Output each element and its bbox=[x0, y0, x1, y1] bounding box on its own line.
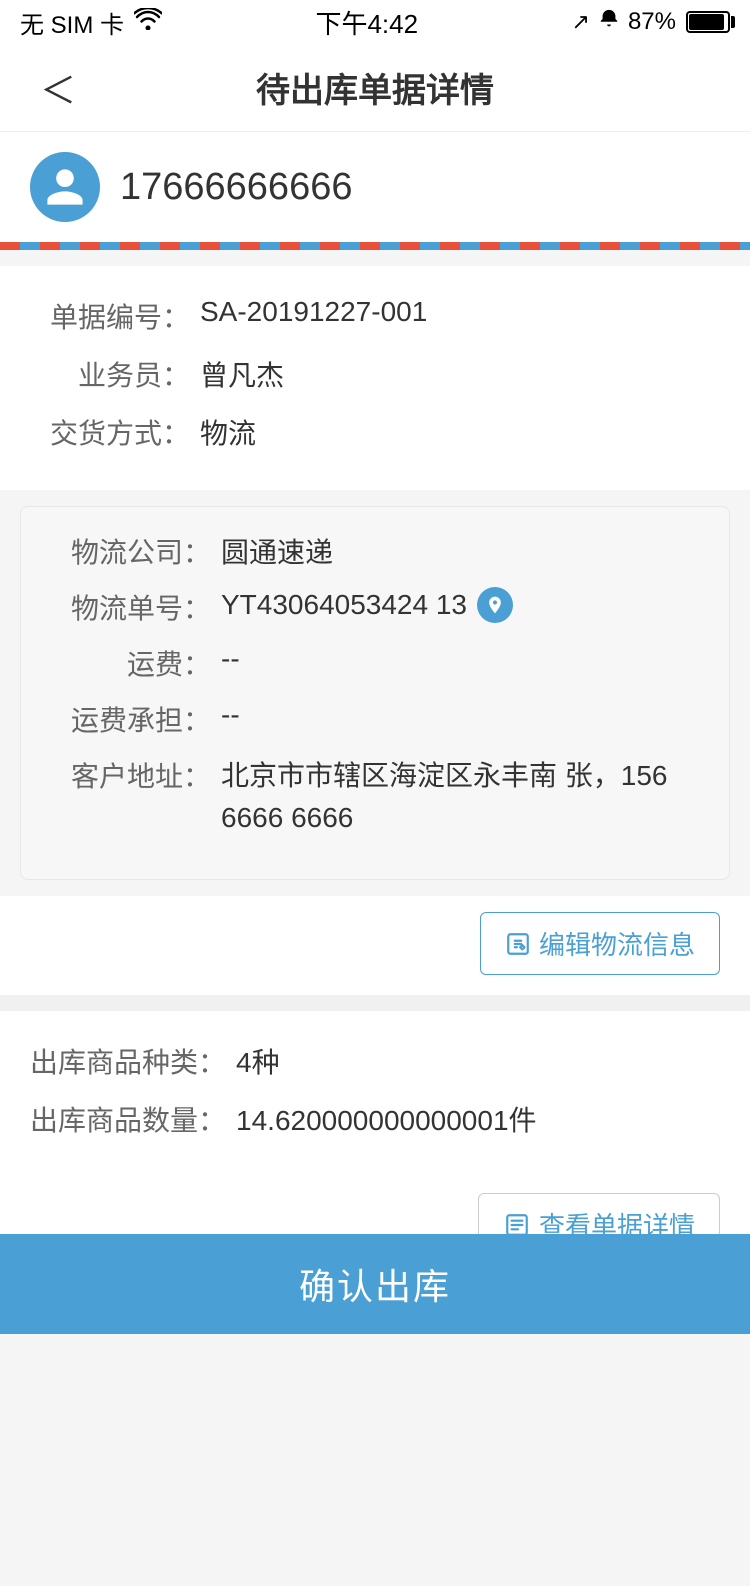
goods-quantity-label: 出库商品数量： bbox=[30, 1099, 226, 1139]
dashed-separator bbox=[0, 242, 750, 250]
document-number-row: 单据编号： SA-20191227-001 bbox=[30, 296, 720, 336]
logistics-tracking-label: 物流单号： bbox=[51, 587, 211, 627]
avatar bbox=[30, 152, 100, 222]
logistics-address-row: 客户地址： 北京市市辖区海淀区永丰南 张，156 6666 6666 bbox=[51, 755, 699, 839]
page-title: 待出库单据详情 bbox=[256, 63, 494, 112]
section-divider bbox=[0, 995, 750, 1011]
battery-icon bbox=[686, 11, 730, 33]
logistics-company-value: 圆通速递 bbox=[221, 531, 699, 571]
alarm-icon bbox=[598, 8, 620, 37]
goods-types-value: 4种 bbox=[236, 1041, 720, 1081]
delivery-method-value: 物流 bbox=[200, 412, 720, 452]
nav-bar: ＜ 待出库单据详情 bbox=[0, 44, 750, 132]
edit-button-row: 编辑物流信息 bbox=[0, 896, 750, 995]
goods-types-row: 出库商品种类： 4种 bbox=[30, 1041, 720, 1081]
sales-person-value: 曾凡杰 bbox=[200, 354, 720, 394]
location-icon[interactable] bbox=[477, 587, 513, 623]
logistics-address-value: 北京市市辖区海淀区永丰南 张，156 6666 6666 bbox=[221, 755, 699, 839]
edit-logistics-button[interactable]: 编辑物流信息 bbox=[480, 912, 720, 975]
confirm-label: 确认出库 bbox=[299, 1258, 451, 1310]
edit-logistics-label: 编辑物流信息 bbox=[539, 925, 695, 962]
document-number-label: 单据编号： bbox=[30, 296, 190, 336]
battery-percentage: 87% bbox=[628, 8, 676, 36]
status-bar: 无 SIM 卡 下午4:42 ↗ 87% bbox=[0, 0, 750, 44]
logistics-freight-bearer-value: -- bbox=[221, 699, 699, 731]
logistics-freight-row: 运费： -- bbox=[51, 643, 699, 683]
wifi-icon bbox=[134, 8, 162, 36]
logistics-company-row: 物流公司： 圆通速递 bbox=[51, 531, 699, 571]
logistics-section: 物流公司： 圆通速递 物流单号： YT43064053424 13 运费： --… bbox=[20, 506, 730, 880]
logistics-tracking-value: YT43064053424 13 bbox=[221, 587, 699, 623]
logistics-tracking-row: 物流单号： YT43064053424 13 bbox=[51, 587, 699, 627]
carrier-text: 无 SIM 卡 bbox=[20, 5, 124, 40]
status-left: 无 SIM 卡 bbox=[20, 5, 162, 40]
goods-section: 出库商品种类： 4种 出库商品数量： 14.620000000000001件 bbox=[0, 1011, 750, 1177]
logistics-address-label: 客户地址： bbox=[51, 755, 211, 795]
goods-quantity-value: 14.620000000000001件 bbox=[236, 1099, 720, 1139]
status-right: ↗ 87% bbox=[572, 8, 730, 37]
logistics-freight-bearer-row: 运费承担： -- bbox=[51, 699, 699, 739]
goods-quantity-row: 出库商品数量： 14.620000000000001件 bbox=[30, 1099, 720, 1139]
location-service-icon: ↗ bbox=[572, 9, 590, 35]
document-number-value: SA-20191227-001 bbox=[200, 296, 720, 328]
logistics-freight-value: -- bbox=[221, 643, 699, 675]
document-info-section: 单据编号： SA-20191227-001 业务员： 曾凡杰 交货方式： 物流 bbox=[0, 266, 750, 490]
customer-header: 17666666666 bbox=[0, 132, 750, 242]
sales-person-row: 业务员： 曾凡杰 bbox=[30, 354, 720, 394]
delivery-method-label: 交货方式： bbox=[30, 412, 190, 452]
time-text: 下午4:42 bbox=[315, 4, 418, 41]
logistics-freight-bearer-label: 运费承担： bbox=[51, 699, 211, 739]
back-button[interactable]: ＜ bbox=[30, 52, 86, 124]
confirm-button[interactable]: 确认出库 bbox=[0, 1234, 750, 1334]
sales-person-label: 业务员： bbox=[30, 354, 190, 394]
logistics-freight-label: 运费： bbox=[51, 643, 211, 683]
customer-phone: 17666666666 bbox=[120, 166, 352, 209]
logistics-company-label: 物流公司： bbox=[51, 531, 211, 571]
goods-types-label: 出库商品种类： bbox=[30, 1041, 226, 1081]
delivery-method-row: 交货方式： 物流 bbox=[30, 412, 720, 452]
